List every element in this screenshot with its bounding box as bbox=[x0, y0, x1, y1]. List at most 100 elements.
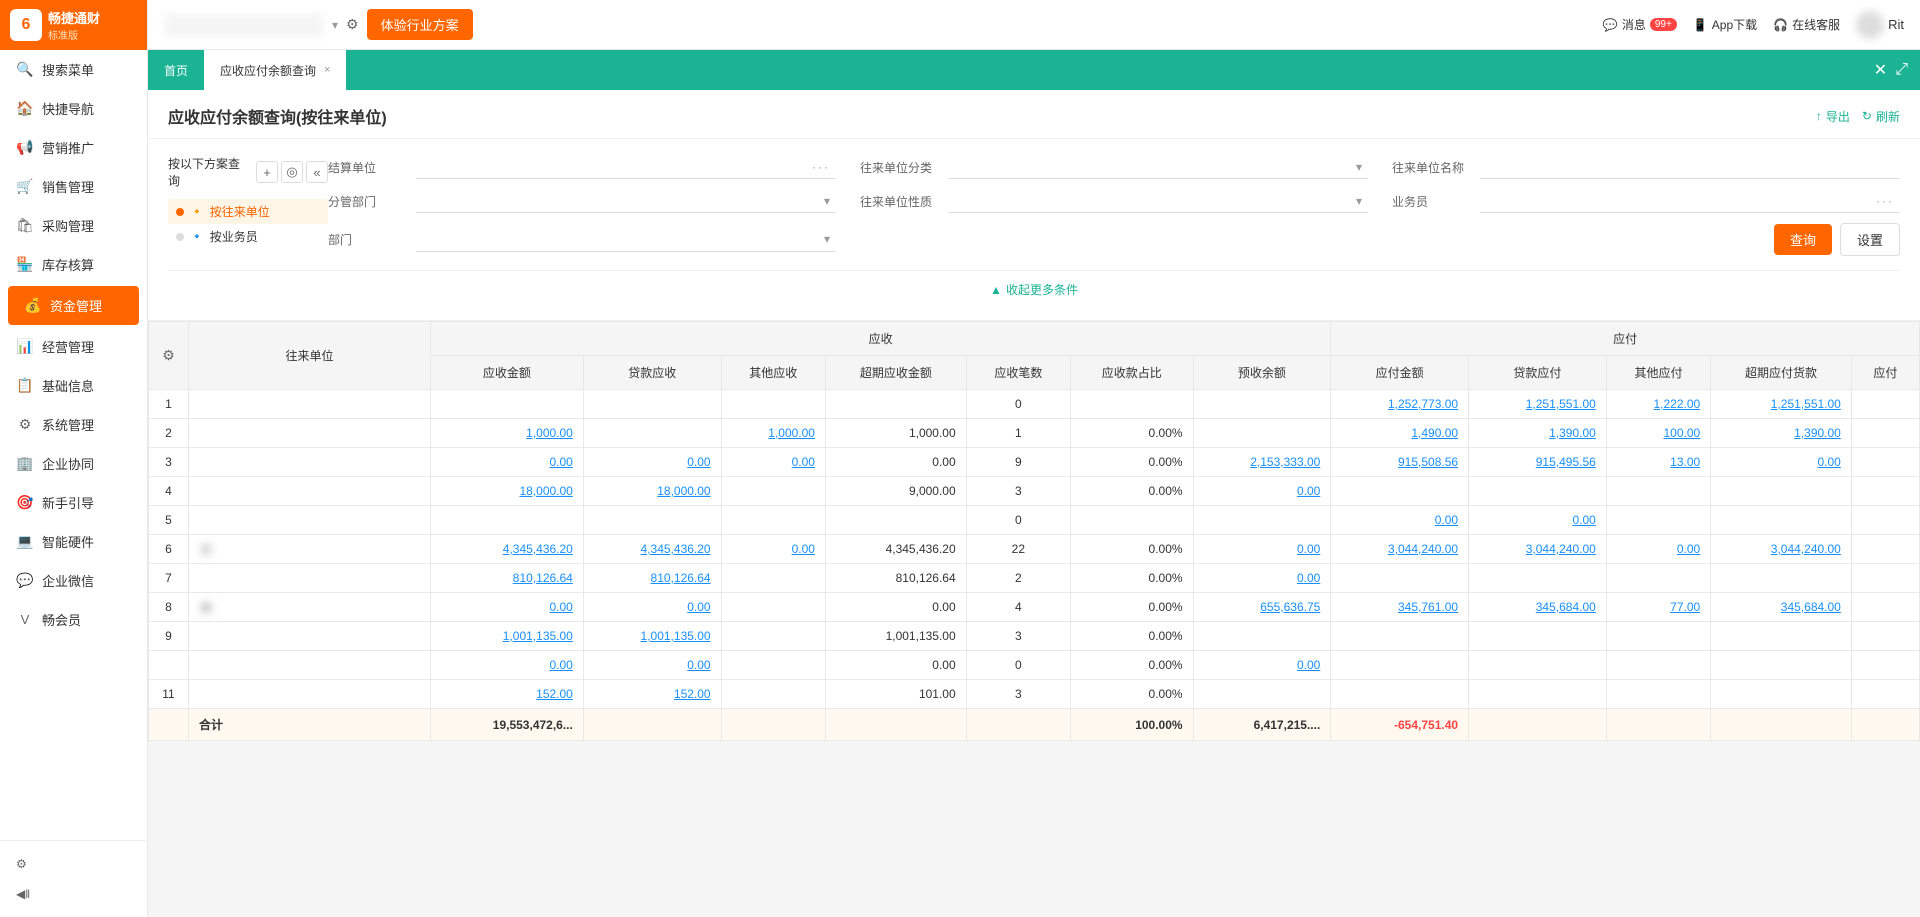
filter-by-staff[interactable]: 🔹 按业务员 bbox=[168, 224, 328, 249]
sidebar-item-inventory[interactable]: 🏪 库存核算 bbox=[0, 245, 147, 284]
row-pay-other[interactable]: 1,222.00 bbox=[1606, 390, 1710, 419]
settlement-unit-input[interactable]: ··· bbox=[416, 155, 836, 179]
tab-close-icon[interactable]: × bbox=[324, 64, 330, 76]
row-pay-amount[interactable]: 345,761.00 bbox=[1331, 593, 1469, 622]
dept-select[interactable]: ▾ bbox=[416, 228, 836, 252]
sidebar-item-basic-info[interactable]: 📋 基础信息 bbox=[0, 366, 147, 405]
sidebar-item-member[interactable]: V 畅会员 bbox=[0, 600, 147, 639]
settings-button[interactable]: 设置 bbox=[1840, 223, 1900, 256]
user-area[interactable]: Rit bbox=[1856, 11, 1904, 39]
row-rec-loan[interactable]: 0.00 bbox=[583, 593, 721, 622]
query-button[interactable]: 查询 bbox=[1774, 224, 1832, 255]
sidebar-collapse-btn[interactable]: ◀‖ bbox=[0, 879, 147, 909]
col-settings[interactable]: ⚙ bbox=[149, 322, 189, 390]
row-rec-prepay[interactable]: 2,153,333.00 bbox=[1193, 448, 1331, 477]
partner-name-input[interactable] bbox=[1480, 155, 1900, 179]
row-pay-overdue[interactable]: 3,044,240.00 bbox=[1711, 535, 1852, 564]
refresh-button[interactable]: ↻ 刷新 bbox=[1862, 108, 1900, 125]
sidebar-item-finance[interactable]: 💰 资金管理 bbox=[8, 286, 139, 325]
row-pay-other[interactable]: 13.00 bbox=[1606, 448, 1710, 477]
row-rec-loan[interactable]: 1,001,135.00 bbox=[583, 622, 721, 651]
row-pay-other[interactable]: 100.00 bbox=[1606, 419, 1710, 448]
dept-manage-select[interactable]: ▾ bbox=[416, 189, 836, 213]
row-pay-overdue[interactable]: 345,684.00 bbox=[1711, 593, 1852, 622]
solution-button[interactable]: 体验行业方案 bbox=[367, 9, 473, 40]
sidebar-item-operations[interactable]: 📊 经营管理 bbox=[0, 327, 147, 366]
row-rec-amount[interactable]: 0.00 bbox=[430, 593, 583, 622]
row-pay-amount[interactable]: 3,044,240.00 bbox=[1331, 535, 1469, 564]
topbar-left: ▾ ⚙ 体验行业方案 bbox=[164, 9, 473, 40]
row-rec-amount[interactable]: 1,001,135.00 bbox=[430, 622, 583, 651]
export-button[interactable]: ↑ 导出 bbox=[1816, 108, 1850, 125]
row-rec-prepay[interactable]: 0.00 bbox=[1193, 564, 1331, 593]
tab-ar-ap[interactable]: 应收应付余额查询 × bbox=[204, 50, 346, 90]
message-button[interactable]: 💬 消息 99+ bbox=[1603, 16, 1677, 33]
row-rec-loan[interactable]: 4,345,436.20 bbox=[583, 535, 721, 564]
row-pay-loan[interactable]: 1,251,551.00 bbox=[1469, 390, 1607, 419]
row-pay-overdue[interactable]: 0.00 bbox=[1711, 448, 1852, 477]
row-rec-prepay[interactable]: 655,636.75 bbox=[1193, 593, 1331, 622]
service-button[interactable]: 🎧 在线客服 bbox=[1773, 16, 1840, 33]
maximize-icon[interactable]: ⤢ bbox=[1895, 61, 1908, 79]
topbar-dropdown-icon[interactable]: ▾ bbox=[332, 18, 338, 32]
row-rec-prepay[interactable]: 0.00 bbox=[1193, 651, 1331, 680]
row-rec-loan[interactable]: 810,126.64 bbox=[583, 564, 721, 593]
row-pay-other[interactable]: 0.00 bbox=[1606, 535, 1710, 564]
sidebar-item-quick-nav[interactable]: 🏠 快捷导航 bbox=[0, 89, 147, 128]
row-rec-loan[interactable]: 0.00 bbox=[583, 651, 721, 680]
row-pay-amount[interactable]: 915,508.56 bbox=[1331, 448, 1469, 477]
row-pay-amount[interactable]: 1,252,773.00 bbox=[1331, 390, 1469, 419]
row-rec-count: 0 bbox=[966, 506, 1070, 535]
sidebar-item-smart-hw[interactable]: 💻 智能硬件 bbox=[0, 522, 147, 561]
row-rec-amount[interactable]: 4,345,436.20 bbox=[430, 535, 583, 564]
add-scheme-btn[interactable]: + bbox=[256, 161, 278, 183]
row-rec-prepay[interactable]: 0.00 bbox=[1193, 477, 1331, 506]
row-pay-other[interactable]: 77.00 bbox=[1606, 593, 1710, 622]
collapse-scheme-btn[interactable]: « bbox=[306, 161, 328, 183]
sidebar-item-guide[interactable]: 🎯 新手引导 bbox=[0, 483, 147, 522]
row-rec-prepay[interactable]: 0.00 bbox=[1193, 535, 1331, 564]
sidebar-item-wechat[interactable]: 💬 企业微信 bbox=[0, 561, 147, 600]
app-download-button[interactable]: 📱 App下载 bbox=[1693, 16, 1757, 33]
sidebar-item-marketing[interactable]: 📢 营销推广 bbox=[0, 128, 147, 167]
filter-by-unit[interactable]: 🔸 按往来单位 bbox=[168, 199, 328, 224]
partner-nature-select[interactable]: ▾ bbox=[948, 189, 1368, 213]
row-pay-loan[interactable]: 0.00 bbox=[1469, 506, 1607, 535]
row-rec-other[interactable]: 0.00 bbox=[721, 535, 825, 564]
row-rec-loan[interactable]: 152.00 bbox=[583, 680, 721, 709]
row-pay-loan[interactable]: 915,495.56 bbox=[1469, 448, 1607, 477]
row-rec-amount[interactable]: 0.00 bbox=[430, 448, 583, 477]
row-rec-amount[interactable]: 0.00 bbox=[430, 651, 583, 680]
row-pay-amount[interactable]: 1,490.00 bbox=[1331, 419, 1469, 448]
row-rec-other[interactable]: 0.00 bbox=[721, 448, 825, 477]
row-rec-amount[interactable]: 810,126.64 bbox=[430, 564, 583, 593]
row-pay-loan[interactable]: 345,684.00 bbox=[1469, 593, 1607, 622]
sidebar-item-system[interactable]: ⚙ 系统管理 bbox=[0, 405, 147, 444]
table-settings-icon[interactable]: ⚙ bbox=[162, 347, 175, 363]
sidebar-item-sales[interactable]: 🛒 销售管理 bbox=[0, 167, 147, 206]
row-rec-amount[interactable]: 1,000.00 bbox=[430, 419, 583, 448]
row-rec-amount[interactable]: 152.00 bbox=[430, 680, 583, 709]
edit-scheme-btn[interactable]: ◎ bbox=[281, 161, 303, 183]
row-pay-loan[interactable]: 1,390.00 bbox=[1469, 419, 1607, 448]
sidebar-settings-btn[interactable]: ⚙ bbox=[0, 849, 147, 879]
collapse-more-btn[interactable]: ▲ 收起更多条件 bbox=[168, 275, 1900, 304]
row-rec-loan[interactable]: 18,000.00 bbox=[583, 477, 721, 506]
salesperson-input[interactable]: ··· bbox=[1480, 189, 1900, 213]
topbar-gear-icon[interactable]: ⚙ bbox=[346, 16, 359, 33]
sidebar-item-purchase[interactable]: 🛍 采购管理 bbox=[0, 206, 147, 245]
tab-home[interactable]: 首页 bbox=[148, 50, 204, 90]
row-rec-amount[interactable]: 18,000.00 bbox=[430, 477, 583, 506]
row-pay-overdue[interactable]: 1,390.00 bbox=[1711, 419, 1852, 448]
row-pay-loan[interactable]: 3,044,240.00 bbox=[1469, 535, 1607, 564]
row-rec-amount bbox=[430, 506, 583, 535]
close-window-icon[interactable]: ✕ bbox=[1874, 60, 1887, 80]
search-action-btns: + ◎ « bbox=[256, 161, 328, 183]
row-rec-loan[interactable]: 0.00 bbox=[583, 448, 721, 477]
sidebar-item-search-menu[interactable]: 🔍 搜索菜单 bbox=[0, 50, 147, 89]
row-pay-amount[interactable]: 0.00 bbox=[1331, 506, 1469, 535]
sidebar-item-enterprise[interactable]: 🏢 企业协同 bbox=[0, 444, 147, 483]
row-pay-overdue[interactable]: 1,251,551.00 bbox=[1711, 390, 1852, 419]
partner-category-select[interactable]: ▾ bbox=[948, 155, 1368, 179]
row-rec-other[interactable]: 1,000.00 bbox=[721, 419, 825, 448]
